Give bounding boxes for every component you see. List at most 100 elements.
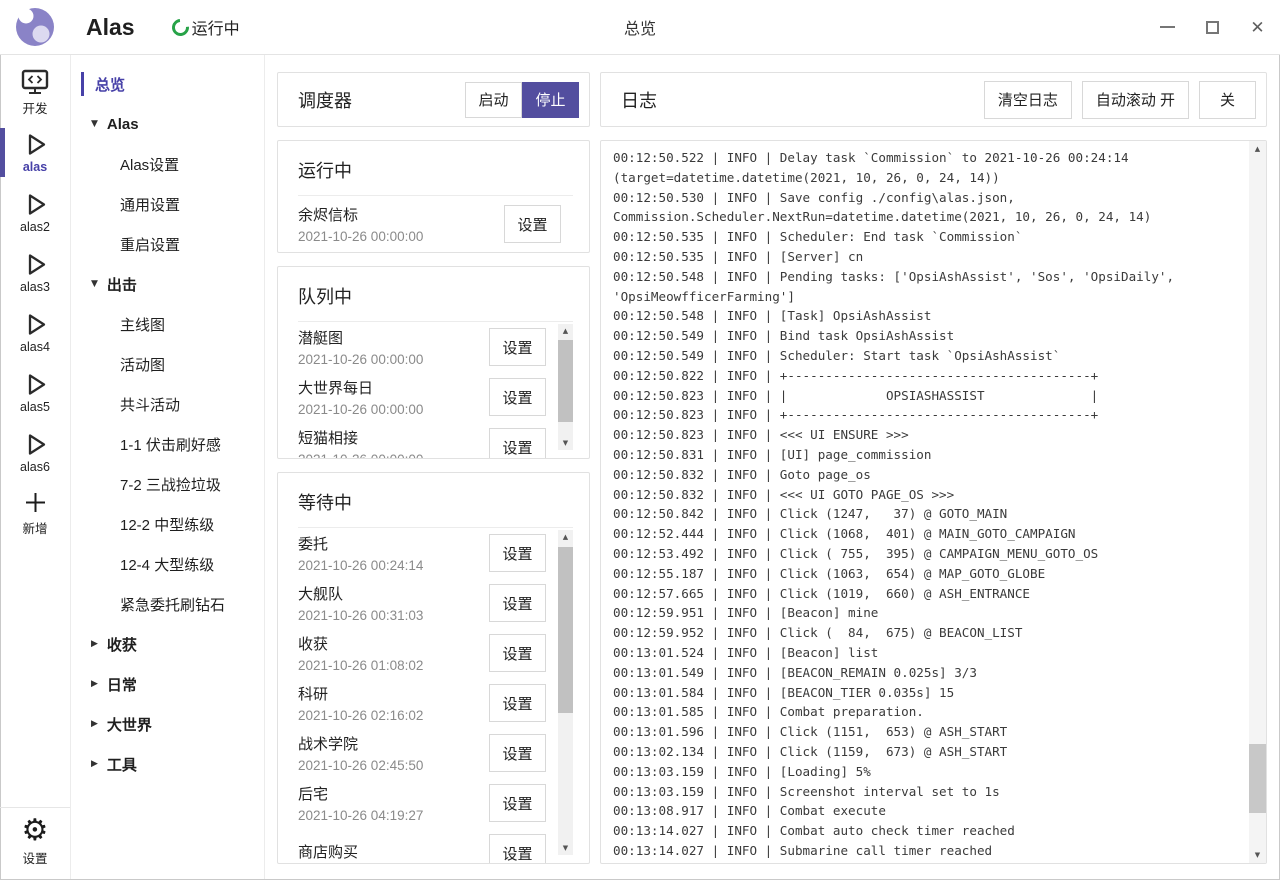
rail-item[interactable]: 开发 — [0, 63, 70, 122]
scrollbar-thumb[interactable] — [1249, 744, 1266, 813]
running-task-list: 余烬信标 2021-10-26 00:00:00 设置 — [298, 196, 573, 252]
stop-button[interactable]: 停止 — [522, 82, 579, 118]
sidebar-item-label: 大世界 — [107, 714, 152, 735]
autoscroll-off-button[interactable]: 关 — [1199, 81, 1256, 119]
log-line: 00:12:50.535 | INFO | [Server] cn — [613, 247, 1245, 267]
sidebar-item[interactable]: 12-4 大型练级 — [71, 544, 264, 584]
task-next-run-time: 2021-10-26 02:16:02 — [298, 708, 489, 723]
log-line: Commission.Scheduler.NextRun=datetime.da… — [613, 207, 1245, 227]
clear-log-button[interactable]: 清空日志 — [984, 81, 1072, 119]
sidebar-item[interactable]: 12-2 中型练级 — [71, 504, 264, 544]
task-name: 收获 — [298, 633, 489, 654]
sidebar-item-label: 紧急委托刷钻石 — [120, 594, 225, 615]
scroll-up-icon[interactable]: ▲ — [1249, 141, 1266, 157]
sidebar-item-label: 工具 — [107, 754, 137, 775]
app-name: Alas — [86, 14, 135, 41]
sidebar-item-label: 主线图 — [120, 314, 165, 335]
scrollbar-thumb[interactable] — [558, 547, 573, 713]
log-scrollbar[interactable]: ▲ ▼ — [1249, 141, 1266, 863]
task-setting-button[interactable]: 设置 — [489, 428, 546, 458]
task-row: 商店购买 设置 — [298, 828, 546, 863]
sidebar-item[interactable]: 7-2 三战捡垃圾 — [71, 464, 264, 504]
task-row: 收获 2021-10-26 01:08:02 设置 — [298, 628, 546, 678]
rail-item[interactable]: 新增 — [0, 483, 70, 542]
task-setting-button[interactable]: 设置 — [489, 534, 546, 572]
log-line: 00:12:50.548 | INFO | [Task] OpsiAshAssi… — [613, 306, 1245, 326]
task-setting-button[interactable]: 设置 — [489, 584, 546, 622]
sidebar-item[interactable]: 收获 — [71, 624, 264, 664]
task-name: 委托 — [298, 533, 489, 554]
sidebar-item[interactable]: 活动图 — [71, 344, 264, 384]
rail-item[interactable]: alas4 — [0, 303, 70, 362]
maximize-button[interactable] — [1190, 0, 1235, 54]
rail-item-settings[interactable]: ⚙ 设置 — [0, 807, 70, 879]
sidebar-item[interactable]: 总览 — [71, 64, 264, 104]
sidebar-item[interactable]: 大世界 — [71, 704, 264, 744]
minimize-button[interactable] — [1145, 0, 1190, 54]
task-setting-button[interactable]: 设置 — [504, 205, 561, 243]
sidebar-item[interactable]: 主线图 — [71, 304, 264, 344]
task-name: 大世界每日 — [298, 377, 489, 398]
task-setting-button[interactable]: 设置 — [489, 328, 546, 366]
task-row: 战术学院 2021-10-26 02:45:50 设置 — [298, 728, 546, 778]
play-icon — [22, 311, 49, 338]
queued-scrollbar[interactable]: ▲ ▼ — [558, 324, 573, 450]
sidebar-item[interactable]: 重启设置 — [71, 224, 264, 264]
menu-sidebar: 总览 Alas Alas设置 通用设置 重启设置 出击 主线图 活动图 共斗活动… — [71, 55, 265, 879]
sidebar-item-label: Alas设置 — [120, 154, 179, 175]
log-line: 00:13:03.159 | INFO | Screenshot interva… — [613, 782, 1245, 802]
task-next-run-time: 2021-10-26 00:00:00 — [298, 402, 489, 417]
sidebar-item-label: 7-2 三战捡垃圾 — [120, 474, 221, 495]
rail-item[interactable]: alas3 — [0, 243, 70, 302]
task-name: 潜艇图 — [298, 327, 489, 348]
log-line: 00:13:01.585 | INFO | Combat preparation… — [613, 702, 1245, 722]
log-line: 'OpsiMeowfficerFarming'] — [613, 287, 1245, 307]
code-monitor-icon — [21, 69, 49, 96]
scrollbar-thumb[interactable] — [558, 340, 573, 422]
rail-item[interactable]: alas5 — [0, 363, 70, 422]
task-setting-button[interactable]: 设置 — [489, 834, 546, 863]
task-setting-button[interactable]: 设置 — [489, 378, 546, 416]
sidebar-item[interactable]: 日常 — [71, 664, 264, 704]
scroll-down-icon[interactable]: ▼ — [1249, 847, 1266, 863]
log-line: 00:13:01.596 | INFO | Click (1151, 653) … — [613, 722, 1245, 742]
sidebar-item[interactable]: 共斗活动 — [71, 384, 264, 424]
waiting-task-list: 委托 2021-10-26 00:24:14 设置 大舰队 2021-10-26… — [298, 528, 558, 863]
task-row: 科研 2021-10-26 02:16:02 设置 — [298, 678, 546, 728]
rail-item-label: 新增 — [22, 518, 47, 537]
waiting-panel: 等待中 委托 2021-10-26 00:24:14 设置 大舰队 2021-1… — [277, 472, 590, 864]
sidebar-item[interactable]: 出击 — [71, 264, 264, 304]
rail-item[interactable]: alas — [0, 123, 70, 182]
scroll-down-icon[interactable]: ▼ — [558, 841, 573, 855]
task-setting-button[interactable]: 设置 — [489, 784, 546, 822]
waiting-scrollbar[interactable]: ▲ ▼ — [558, 530, 573, 855]
sidebar-item[interactable]: 工具 — [71, 744, 264, 784]
sidebar-item[interactable]: Alas — [71, 104, 264, 144]
sidebar-item[interactable]: Alas设置 — [71, 144, 264, 184]
autoscroll-on-button[interactable]: 自动滚动 开 — [1082, 81, 1189, 119]
rail-item[interactable]: alas2 — [0, 183, 70, 242]
app-window: { "window": { "app_name": "Alas", "statu… — [0, 0, 1280, 880]
log-line: 00:13:01.584 | INFO | [BEACON_TIER 0.035… — [613, 683, 1245, 703]
alas-logo — [15, 7, 55, 47]
rail-item[interactable]: alas6 — [0, 423, 70, 482]
log-line: 00:12:50.530 | INFO | Save config ./conf… — [613, 188, 1245, 208]
close-button[interactable]: ✕ — [1235, 0, 1280, 54]
start-button[interactable]: 启动 — [465, 82, 522, 118]
queued-title: 队列中 — [298, 280, 573, 322]
task-setting-button[interactable]: 设置 — [489, 734, 546, 772]
log-line: 00:13:01.549 | INFO | [BEACON_REMAIN 0.0… — [613, 663, 1245, 683]
task-name: 大舰队 — [298, 583, 489, 604]
scroll-down-icon[interactable]: ▼ — [558, 436, 573, 450]
sidebar-item[interactable]: 紧急委托刷钻石 — [71, 584, 264, 624]
task-setting-button[interactable]: 设置 — [489, 684, 546, 722]
sidebar-item[interactable]: 1-1 伏击刷好感 — [71, 424, 264, 464]
scroll-up-icon[interactable]: ▲ — [558, 530, 573, 544]
sidebar-item[interactable]: 通用设置 — [71, 184, 264, 224]
rail-item-label: alas6 — [20, 460, 50, 474]
task-setting-button[interactable]: 设置 — [489, 634, 546, 672]
sidebar-item-label: 收获 — [107, 634, 137, 655]
scroll-up-icon[interactable]: ▲ — [558, 324, 573, 338]
chevron-icon — [91, 279, 98, 289]
log-line: 00:12:53.492 | INFO | Click ( 755, 395) … — [613, 544, 1245, 564]
